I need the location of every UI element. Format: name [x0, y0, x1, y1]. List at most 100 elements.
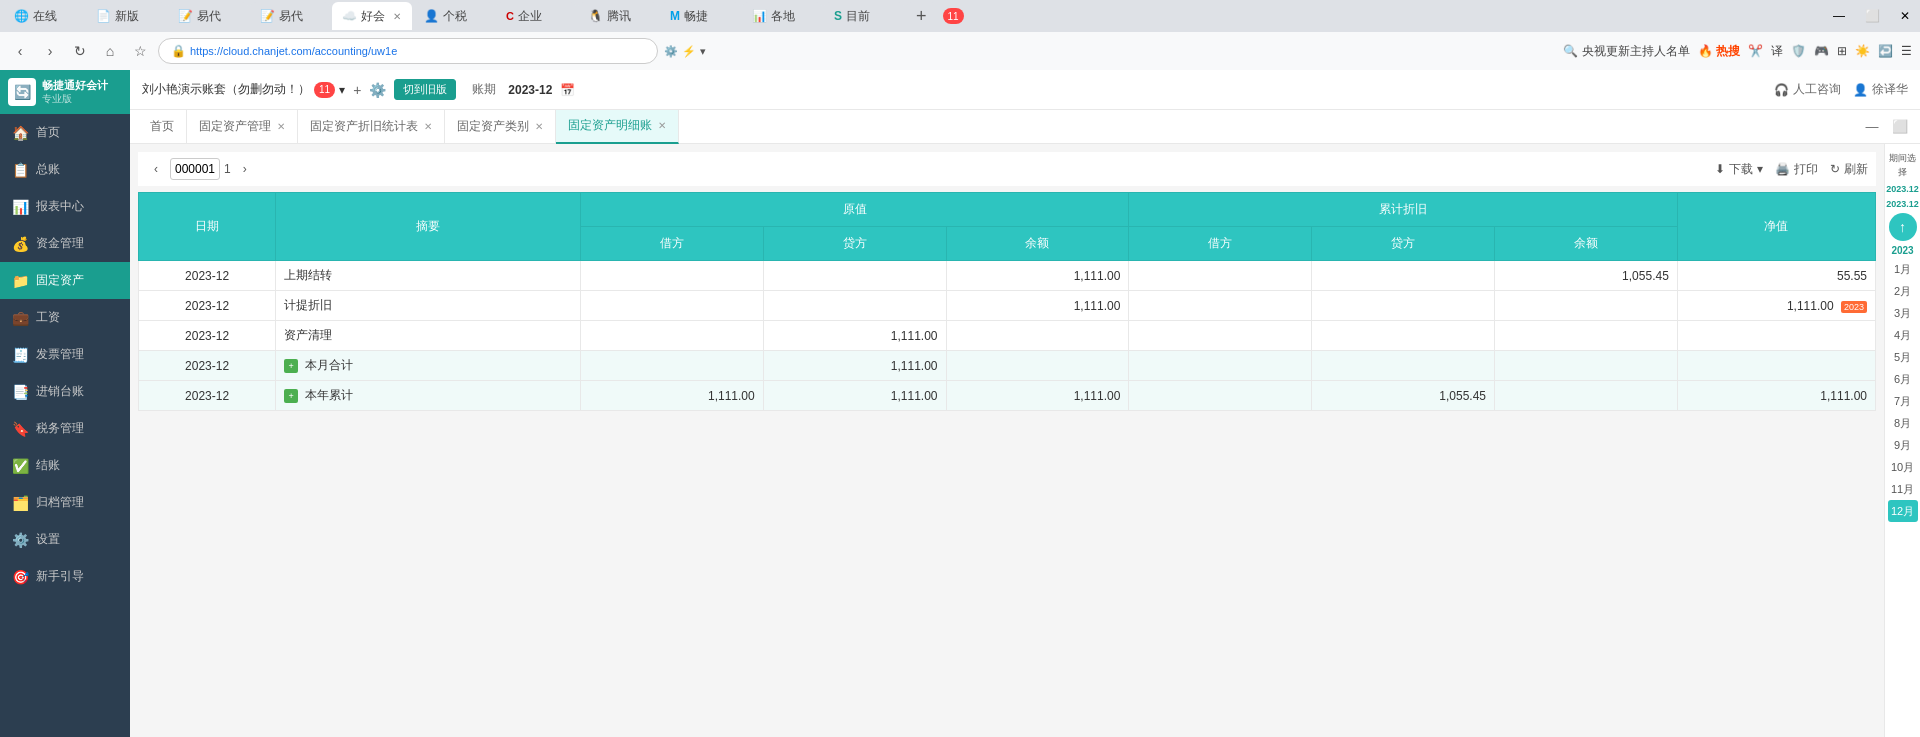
game-icon[interactable]: 🎮: [1814, 44, 1829, 58]
tab-close-asset-category[interactable]: ✕: [535, 121, 543, 132]
ext-icon-1[interactable]: ⚙️: [664, 45, 678, 58]
add-account-btn[interactable]: +: [353, 82, 361, 98]
scissors-icon[interactable]: ✂️: [1748, 44, 1763, 58]
browser-tab-haohui[interactable]: ☁️ 好会 ✕: [332, 2, 412, 30]
th-accum-balance: 余额: [1495, 227, 1678, 261]
browser-tab-enterprise[interactable]: C 企业: [496, 2, 576, 30]
sidebar-item-reports[interactable]: 📊 报表中心: [0, 188, 130, 225]
maximize-icon[interactable]: ⬜: [1859, 7, 1886, 25]
period-month-7[interactable]: 7月: [1888, 390, 1918, 412]
print-button[interactable]: 🖨️ 打印: [1775, 161, 1818, 178]
account-dropdown-icon[interactable]: ▾: [339, 83, 345, 97]
period-month-5[interactable]: 5月: [1888, 346, 1918, 368]
ext-dropdown[interactable]: ▾: [700, 45, 706, 58]
user-button[interactable]: 👤 徐译华: [1853, 81, 1908, 98]
tab-asset-detail-ledger[interactable]: 固定资产明细账 ✕: [556, 110, 679, 144]
undo-icon[interactable]: ↩️: [1878, 44, 1893, 58]
tab-close-fixed-asset-mgmt[interactable]: ✕: [277, 121, 285, 132]
service-button[interactable]: 🎧 人工咨询: [1774, 81, 1841, 98]
scroll-top-button[interactable]: ↑: [1889, 213, 1917, 241]
invoice-icon: 🧾: [12, 347, 28, 363]
refresh-button[interactable]: ↻: [68, 39, 92, 63]
th-accum-debit: 借方: [1129, 227, 1312, 261]
tab-icon-new: 📄: [96, 9, 111, 23]
shield-icon[interactable]: 🛡️: [1791, 44, 1806, 58]
sidebar-item-ledger[interactable]: 📋 总账: [0, 151, 130, 188]
search-box[interactable]: 🔍 央视更新主持人名单: [1563, 43, 1690, 60]
download-button[interactable]: ⬇ 下载 ▾: [1715, 161, 1763, 178]
sidebar-item-home[interactable]: 🏠 首页: [0, 114, 130, 151]
sidebar-item-fixed-assets[interactable]: 📁 固定资产: [0, 262, 130, 299]
cell-orig-balance-4: [946, 351, 1129, 381]
refresh-button[interactable]: ↻ 刷新: [1830, 161, 1868, 178]
browser-tab-changjie[interactable]: M 畅捷: [660, 2, 740, 30]
browser-tab-new-btn[interactable]: +: [906, 2, 937, 30]
grid-icon[interactable]: ⊞: [1837, 44, 1847, 58]
period-month-11[interactable]: 11月: [1888, 478, 1918, 500]
sidebar-item-settings[interactable]: ⚙️ 设置: [0, 521, 130, 558]
tab-close-depreciation-stats[interactable]: ✕: [424, 121, 432, 132]
period-month-4[interactable]: 4月: [1888, 324, 1918, 346]
download-dropdown-icon[interactable]: ▾: [1757, 162, 1763, 176]
tab-depreciation-stats[interactable]: 固定资产折旧统计表 ✕: [298, 110, 445, 144]
menu-icon[interactable]: ☰: [1901, 44, 1912, 58]
sidebar-item-archive[interactable]: 🗂️ 归档管理: [0, 484, 130, 521]
print-icon: 🖨️: [1775, 162, 1790, 176]
sidebar-item-purchase-sale[interactable]: 📑 进销台账: [0, 373, 130, 410]
close-icon[interactable]: ✕: [1894, 7, 1916, 25]
browser-tab-online[interactable]: 🌐 在线: [4, 2, 84, 30]
tab-label-muqian: 目前: [846, 8, 870, 25]
sidebar-item-close[interactable]: ✅ 结账: [0, 447, 130, 484]
theme-icon[interactable]: ☀️: [1855, 44, 1870, 58]
sidebar-item-funds[interactable]: 💰 资金管理: [0, 225, 130, 262]
browser-tab-muqian[interactable]: S 目前: [824, 2, 904, 30]
period-month-12[interactable]: 12月: [1888, 500, 1918, 522]
period-month-2[interactable]: 2月: [1888, 280, 1918, 302]
tab-close-asset-detail-ledger[interactable]: ✕: [658, 120, 666, 131]
browser-tab-tencent[interactable]: 🐧 腾讯: [578, 2, 658, 30]
account-selector[interactable]: 刘小艳演示账套（勿删勿动！） 11 ▾: [142, 81, 345, 98]
tab-fixed-asset-mgmt[interactable]: 固定资产管理 ✕: [187, 110, 298, 144]
sidebar-item-guide[interactable]: 🎯 新手引导: [0, 558, 130, 595]
address-input[interactable]: 🔒 https://cloud.chanjet.com/accounting/u…: [158, 38, 658, 64]
sidebar-item-salary[interactable]: 💼 工资: [0, 299, 130, 336]
tab-maximize-icon[interactable]: ⬜: [1888, 115, 1912, 139]
tab-minimize-icon[interactable]: —: [1860, 115, 1884, 139]
period-date-1: 2023.12: [1884, 181, 1920, 196]
sidebar-item-invoice[interactable]: 🧾 发票管理: [0, 336, 130, 373]
tab-asset-category[interactable]: 固定资产类别 ✕: [445, 110, 556, 144]
ext-icon-2[interactable]: ⚡: [682, 45, 696, 58]
ssl-icon: 🔒: [171, 44, 186, 58]
period-month-3[interactable]: 3月: [1888, 302, 1918, 324]
period-month-8[interactable]: 8月: [1888, 412, 1918, 434]
hot-search-label[interactable]: 🔥 热搜: [1698, 43, 1740, 60]
bookmark-button[interactable]: ☆: [128, 39, 152, 63]
page-number-input[interactable]: [170, 158, 220, 180]
forward-button[interactable]: ›: [38, 39, 62, 63]
tab-close-haohui[interactable]: ✕: [393, 11, 401, 22]
next-page-button[interactable]: ›: [235, 159, 255, 179]
translate-icon[interactable]: 译: [1771, 43, 1783, 60]
period-month-6[interactable]: 6月: [1888, 368, 1918, 390]
switch-version-button[interactable]: 切到旧版: [394, 79, 456, 100]
tab-home[interactable]: 首页: [138, 110, 187, 144]
period-month-1[interactable]: 1月: [1888, 258, 1918, 280]
prev-page-button[interactable]: ‹: [146, 159, 166, 179]
browser-tab-new[interactable]: 📄 新版: [86, 2, 166, 30]
period-year: 2023: [1889, 243, 1915, 258]
browser-tab-yidai1[interactable]: 📝 易代: [168, 2, 248, 30]
sidebar-item-tax[interactable]: 🔖 税务管理: [0, 410, 130, 447]
period-month-10[interactable]: 10月: [1888, 456, 1918, 478]
period-month-9[interactable]: 9月: [1888, 434, 1918, 456]
sidebar-label-guide: 新手引导: [36, 568, 84, 585]
minimize-icon[interactable]: —: [1827, 7, 1851, 25]
browser-tab-gedi[interactable]: 📊 各地: [742, 2, 822, 30]
browser-tab-geshui[interactable]: 👤 个税: [414, 2, 494, 30]
browser-tab-yidai2[interactable]: 📝 易代: [250, 2, 330, 30]
calendar-icon[interactable]: 📅: [560, 83, 575, 97]
back-button[interactable]: ‹: [8, 39, 32, 63]
settings-small-icon[interactable]: ⚙️: [369, 82, 386, 98]
sidebar-title-area: 畅捷通好会计 专业版: [42, 78, 108, 106]
th-summary: 摘要: [276, 193, 581, 261]
home-button[interactable]: ⌂: [98, 39, 122, 63]
